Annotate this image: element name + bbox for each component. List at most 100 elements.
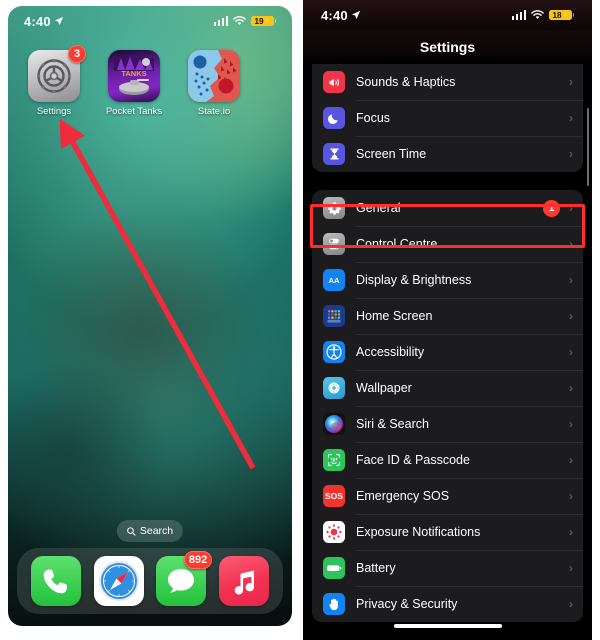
settings-status-bar-time: 4:40 <box>321 7 348 23</box>
row-label: Emergency SOS <box>356 489 450 503</box>
sidebar-item-screen-time[interactable]: Screen Time › <box>312 136 583 172</box>
chevron-right-icon: › <box>569 273 573 287</box>
pocket-tanks-icon[interactable]: TANKS <box>108 50 160 102</box>
screenshot-stage: 4:40 19 ⚡ 3 Settings TANKS Pocket Tanks … <box>0 0 600 640</box>
battery-level: 19 <box>254 15 264 26</box>
cellular-bars-icon <box>213 16 229 26</box>
chevron-right-icon: › <box>569 147 573 161</box>
phone-icon[interactable] <box>31 556 82 606</box>
sidebar-item-privacy-security[interactable]: Privacy & Security › <box>312 586 583 622</box>
messages-badge: 892 <box>183 551 213 569</box>
sidebar-item-display-brightness[interactable]: AA Display & Brightness › <box>312 262 583 298</box>
focus-moon-icon <box>323 107 345 129</box>
chevron-right-icon: › <box>569 489 573 503</box>
svg-text:SOS: SOS <box>325 491 343 501</box>
exposure-notifications-icon <box>323 521 345 543</box>
app-label-pocket-tanks: Pocket Tanks <box>105 106 163 117</box>
sounds-haptics-icon <box>323 71 345 93</box>
row-label: Exposure Notifications <box>356 525 481 539</box>
sidebar-item-face-id-passcode[interactable]: Face ID & Passcode › <box>312 442 583 478</box>
row-label: Face ID & Passcode <box>356 453 470 467</box>
state-io-icon[interactable] <box>188 50 240 102</box>
home-status-bar: 4:40 19 ⚡ <box>8 6 292 36</box>
chevron-right-icon: › <box>569 309 573 323</box>
app-pocket-tanks[interactable]: TANKS Pocket Tanks <box>102 50 166 117</box>
home-search-pill[interactable]: Search <box>116 520 184 542</box>
svg-text:TANKS: TANKS <box>121 69 146 78</box>
home-indicator[interactable] <box>393 624 502 628</box>
general-badge: 1 <box>543 199 560 217</box>
settings-group-one: Sounds & Haptics › Focus › Screen Time › <box>312 64 583 172</box>
chevron-right-icon: › <box>569 453 573 467</box>
control-centre-icon <box>323 233 345 255</box>
display-brightness-icon: AA <box>323 269 345 291</box>
page-title: Settings <box>303 30 592 64</box>
chevron-right-icon: › <box>569 201 573 215</box>
settings-battery-level: 18 <box>552 9 562 20</box>
dock-app-music[interactable] <box>218 556 269 606</box>
privacy-security-hand-icon <box>323 593 345 615</box>
sidebar-item-general[interactable]: General 1 › <box>312 190 583 226</box>
app-settings[interactable]: 3 Settings <box>22 45 86 117</box>
app-grid: 3 Settings TANKS Pocket Tanks State.io <box>8 45 292 117</box>
row-label: Control Centre <box>356 237 438 251</box>
chevron-right-icon: › <box>569 237 573 251</box>
row-label: Wallpaper <box>356 381 412 395</box>
iphone-settings-screen: 4:40 18 ⚡ Settings Sounds & Haptics › Fo… <box>303 0 592 640</box>
settings-status-bar-time-group: 4:40 <box>321 8 361 23</box>
chevron-right-icon: › <box>569 345 573 359</box>
app-label-settings: Settings <box>36 106 72 117</box>
battery-icon: 18 ⚡ <box>549 9 574 21</box>
row-label: Accessibility <box>356 345 425 359</box>
chevron-right-icon: › <box>569 111 573 125</box>
status-bar-indicators: 19 ⚡ <box>213 15 276 27</box>
dock-app-messages[interactable]: 892 <box>156 551 213 606</box>
home-search-label: Search <box>139 525 174 537</box>
chevron-right-icon: › <box>569 597 573 611</box>
location-arrow-icon <box>54 16 63 26</box>
sidebar-item-accessibility[interactable]: Accessibility › <box>312 334 583 370</box>
row-label: Focus <box>356 111 391 125</box>
sidebar-item-control-centre[interactable]: Control Centre › <box>312 226 583 262</box>
status-bar-time: 4:40 <box>24 13 51 29</box>
battery-icon: 19 ⚡ <box>251 15 276 27</box>
chevron-right-icon: › <box>569 75 573 89</box>
app-label-state-io: State.io <box>197 106 231 117</box>
wifi-icon <box>531 10 545 19</box>
sidebar-item-wallpaper[interactable]: Wallpaper › <box>312 370 583 406</box>
settings-status-bar-indicators: 18 ⚡ <box>511 9 574 21</box>
wifi-icon <box>233 16 247 25</box>
safari-compass-icon[interactable] <box>93 556 144 606</box>
settings-group-two: General 1 › Control Centre › AA Display … <box>312 190 583 622</box>
row-label: Screen Time <box>356 147 427 161</box>
settings-status-bar: 4:40 18 ⚡ <box>303 0 592 30</box>
settings-scrollbar[interactable] <box>586 108 589 186</box>
app-state-io[interactable]: State.io <box>182 50 246 117</box>
dock-app-safari[interactable] <box>93 556 144 606</box>
chevron-right-icon: › <box>569 417 573 431</box>
settings-list[interactable]: Sounds & Haptics › Focus › Screen Time ›… <box>303 64 592 640</box>
sidebar-item-home-screen[interactable]: Home Screen › <box>312 298 583 334</box>
sidebar-item-battery[interactable]: Battery › <box>312 550 583 586</box>
iphone-home-screen: 4:40 19 ⚡ 3 Settings TANKS Pocket Tanks … <box>8 6 292 626</box>
dock-app-phone[interactable] <box>31 556 82 606</box>
sidebar-item-sounds-haptics[interactable]: Sounds & Haptics › <box>312 64 583 100</box>
sidebar-item-emergency-sos[interactable]: SOS Emergency SOS › <box>312 478 583 514</box>
home-dock: 892 <box>17 548 283 614</box>
home-screen-icon <box>323 305 345 327</box>
emergency-sos-icon: SOS <box>323 485 345 507</box>
sidebar-item-exposure-notifications[interactable]: Exposure Notifications › <box>312 514 583 550</box>
chevron-right-icon: › <box>569 381 573 395</box>
row-label: Siri & Search <box>356 417 429 431</box>
siri-orb-icon <box>323 413 345 435</box>
wallpaper-icon <box>323 377 345 399</box>
sidebar-item-focus[interactable]: Focus › <box>312 100 583 136</box>
chevron-right-icon: › <box>569 525 573 539</box>
row-label: General <box>356 201 401 215</box>
face-id-icon <box>323 449 345 471</box>
row-label: Home Screen <box>356 309 433 323</box>
settings-badge: 3 <box>68 45 86 63</box>
music-note-icon[interactable] <box>218 556 269 606</box>
sidebar-item-siri-search[interactable]: Siri & Search › <box>312 406 583 442</box>
battery-icon <box>323 557 345 579</box>
